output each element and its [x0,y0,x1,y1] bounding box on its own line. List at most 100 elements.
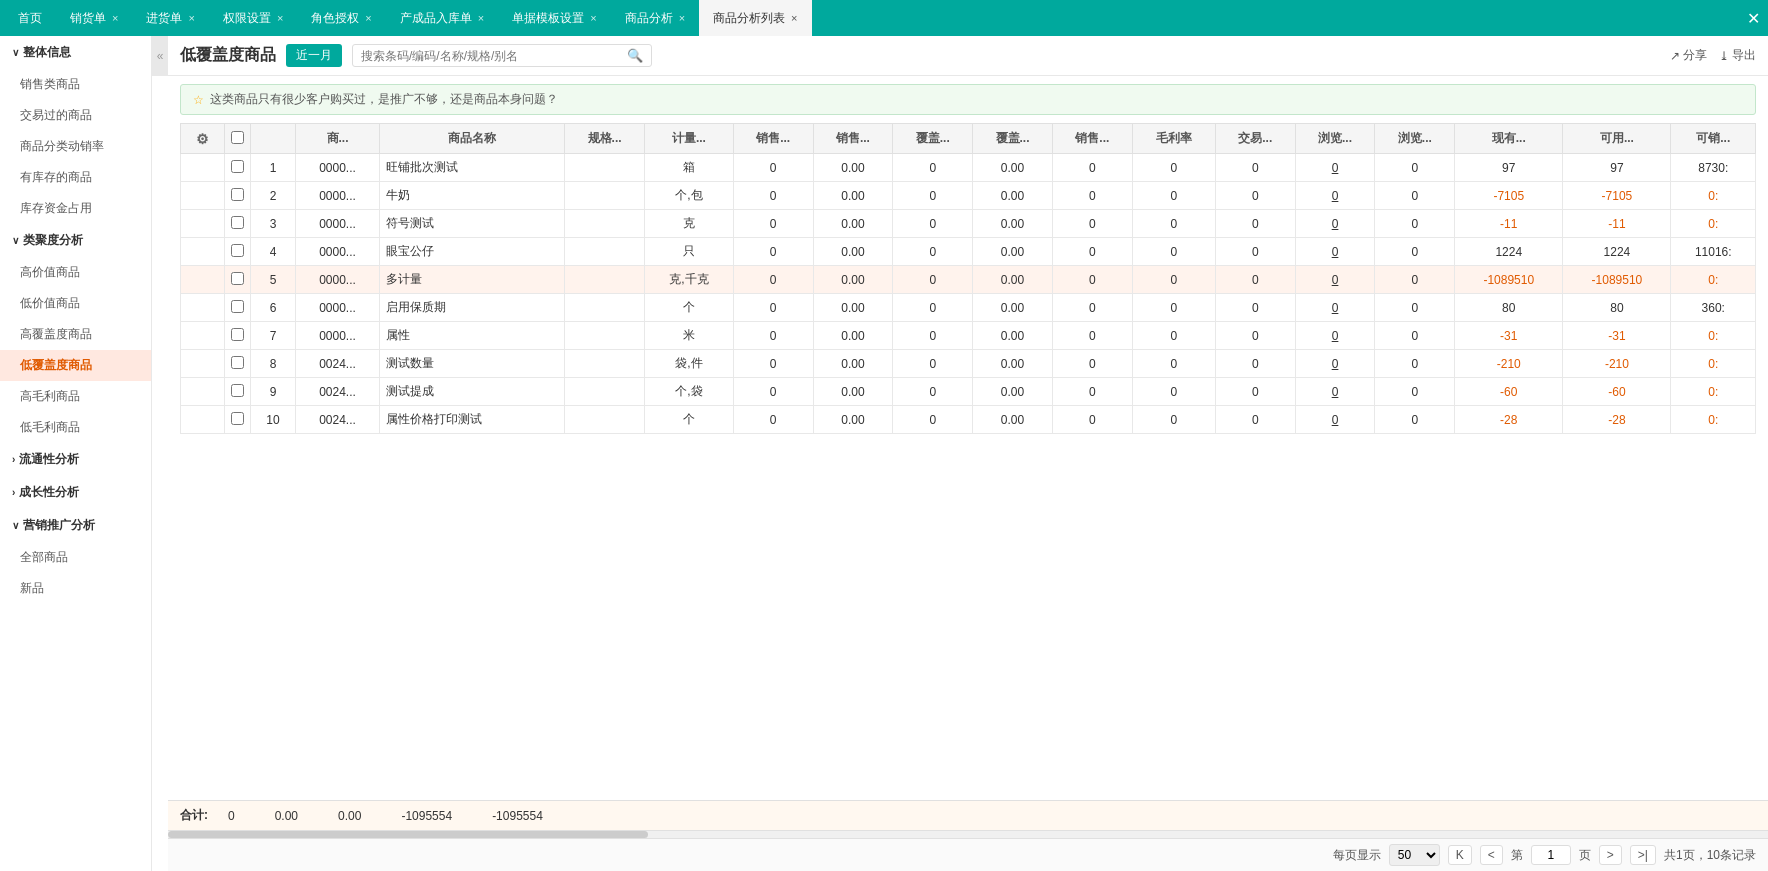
row-browse1[interactable]: 0 [1295,266,1375,294]
row-browse1[interactable]: 0 [1295,210,1375,238]
table-container[interactable]: ⚙ 商... 商品名称 规格... 计量... 销售... 销售... 覆盖..… [168,123,1768,800]
sidebar-section-marketing[interactable]: ∨ 营销推广分析 [0,509,151,542]
sidebar-item-all-goods[interactable]: 全部商品 [0,542,151,573]
prev-page-button[interactable]: < [1480,845,1503,865]
row-checkbox-cell[interactable] [225,238,251,266]
row-checkbox-cell[interactable] [225,182,251,210]
th-browse1[interactable]: 浏览... [1295,124,1375,154]
row-checkbox[interactable] [231,300,244,313]
row-checkbox-cell[interactable] [225,350,251,378]
th-available[interactable]: 可用... [1563,124,1671,154]
row-checkbox[interactable] [231,160,244,173]
tab-close-icon[interactable]: × [478,12,484,24]
row-browse1[interactable]: 0 [1295,154,1375,182]
share-button[interactable]: ↗ 分享 [1670,47,1707,64]
th-name[interactable]: 商品名称 [380,124,565,154]
sidebar-item-low-value[interactable]: 低价值商品 [0,288,151,319]
tab-permission-settings[interactable]: 权限设置 × [209,0,297,36]
row-browse1[interactable]: 0 [1295,406,1375,434]
next-page-button[interactable]: > [1599,845,1622,865]
th-spec[interactable]: 规格... [565,124,645,154]
tab-purchase-order[interactable]: 进货单 × [132,0,208,36]
tab-close-icon[interactable]: × [365,12,371,24]
row-checkbox-cell[interactable] [225,266,251,294]
row-checkbox[interactable] [231,384,244,397]
last-page-button[interactable]: >| [1630,845,1656,865]
search-input[interactable] [361,49,627,63]
tab-product-analysis-list[interactable]: 商品分析列表 × [699,0,811,36]
footer-values: 0 0.00 0.00 -1095554 -1095554 [228,809,543,823]
settings-icon[interactable]: ⚙ [196,131,209,147]
sidebar-item-high-coverage[interactable]: 高覆盖度商品 [0,319,151,350]
sidebar-section-cluster[interactable]: ∨ 类聚度分析 [0,224,151,257]
th-sellable[interactable]: 可销... [1671,124,1756,154]
row-checkbox-cell[interactable] [225,378,251,406]
first-page-button[interactable]: K [1448,845,1472,865]
row-browse1[interactable]: 0 [1295,322,1375,350]
tab-close-icon[interactable]: × [112,12,118,24]
tab-close-icon[interactable]: × [188,12,194,24]
tab-product-analysis[interactable]: 商品分析 × [611,0,699,36]
tab-role-auth[interactable]: 角色授权 × [297,0,385,36]
horizontal-scrollbar[interactable] [168,830,1768,838]
sidebar-item-sales-goods[interactable]: 销售类商品 [0,69,151,100]
row-checkbox-cell[interactable] [225,154,251,182]
th-code[interactable]: 商... [295,124,379,154]
row-browse1[interactable]: 0 [1295,238,1375,266]
th-sales-qty2[interactable]: 销售... [1052,124,1132,154]
th-gross[interactable]: 毛利率 [1132,124,1215,154]
row-checkbox[interactable] [231,244,244,257]
th-sales-qty1[interactable]: 销售... [733,124,813,154]
current-page-input[interactable] [1531,845,1571,865]
sidebar-item-in-stock[interactable]: 有库存的商品 [0,162,151,193]
th-settings[interactable]: ⚙ [181,124,225,154]
row-checkbox[interactable] [231,328,244,341]
close-all-tabs-button[interactable]: ✕ [1747,9,1760,28]
sidebar-item-low-margin[interactable]: 低毛利商品 [0,412,151,443]
sidebar-section-liquidity[interactable]: › 流通性分析 [0,443,151,476]
scrollbar-thumb[interactable] [168,831,648,838]
row-checkbox[interactable] [231,356,244,369]
row-checkbox[interactable] [231,272,244,285]
th-trans[interactable]: 交易... [1215,124,1295,154]
row-checkbox[interactable] [231,188,244,201]
row-checkbox[interactable] [231,216,244,229]
tab-sales-order[interactable]: 销货单 × [56,0,132,36]
sidebar-item-category-rate[interactable]: 商品分类动销率 [0,131,151,162]
sidebar-collapse-button[interactable]: « [152,36,168,76]
row-browse1[interactable]: 0 [1295,378,1375,406]
th-cover2[interactable]: 覆盖... [973,124,1053,154]
tab-close-icon[interactable]: × [590,12,596,24]
sidebar-item-traded-goods[interactable]: 交易过的商品 [0,100,151,131]
sidebar-section-overall[interactable]: ∨ 整体信息 [0,36,151,69]
export-button[interactable]: ⤓ 导出 [1719,47,1756,64]
row-checkbox-cell[interactable] [225,294,251,322]
tab-close-icon[interactable]: × [791,12,797,24]
row-browse1[interactable]: 0 [1295,350,1375,378]
th-unit[interactable]: 计量... [644,124,733,154]
tab-close-icon[interactable]: × [277,12,283,24]
sidebar-item-high-margin[interactable]: 高毛利商品 [0,381,151,412]
row-checkbox-cell[interactable] [225,406,251,434]
sidebar-item-low-coverage[interactable]: 低覆盖度商品 [0,350,151,381]
sidebar-item-new-goods[interactable]: 新品 [0,573,151,604]
tab-product-inbound[interactable]: 产成品入库单 × [386,0,498,36]
sidebar-item-high-value[interactable]: 高价值商品 [0,257,151,288]
th-cover1[interactable]: 覆盖... [893,124,973,154]
row-checkbox-cell[interactable] [225,322,251,350]
sidebar-section-growth[interactable]: › 成长性分析 [0,476,151,509]
sidebar-item-stock-capital[interactable]: 库存资金占用 [0,193,151,224]
th-current[interactable]: 现有... [1455,124,1563,154]
tab-close-icon[interactable]: × [679,12,685,24]
select-all-checkbox[interactable] [231,131,244,144]
th-browse2[interactable]: 浏览... [1375,124,1455,154]
row-checkbox-cell[interactable] [225,210,251,238]
date-filter-button[interactable]: 近一月 [286,44,342,67]
per-page-select[interactable]: 50 20 100 [1389,844,1440,866]
tab-template-settings[interactable]: 单据模板设置 × [498,0,610,36]
row-browse1[interactable]: 0 [1295,182,1375,210]
row-browse1[interactable]: 0 [1295,294,1375,322]
row-checkbox[interactable] [231,412,244,425]
tab-home[interactable]: 首页 [4,0,56,36]
th-sales-amt1[interactable]: 销售... [813,124,893,154]
